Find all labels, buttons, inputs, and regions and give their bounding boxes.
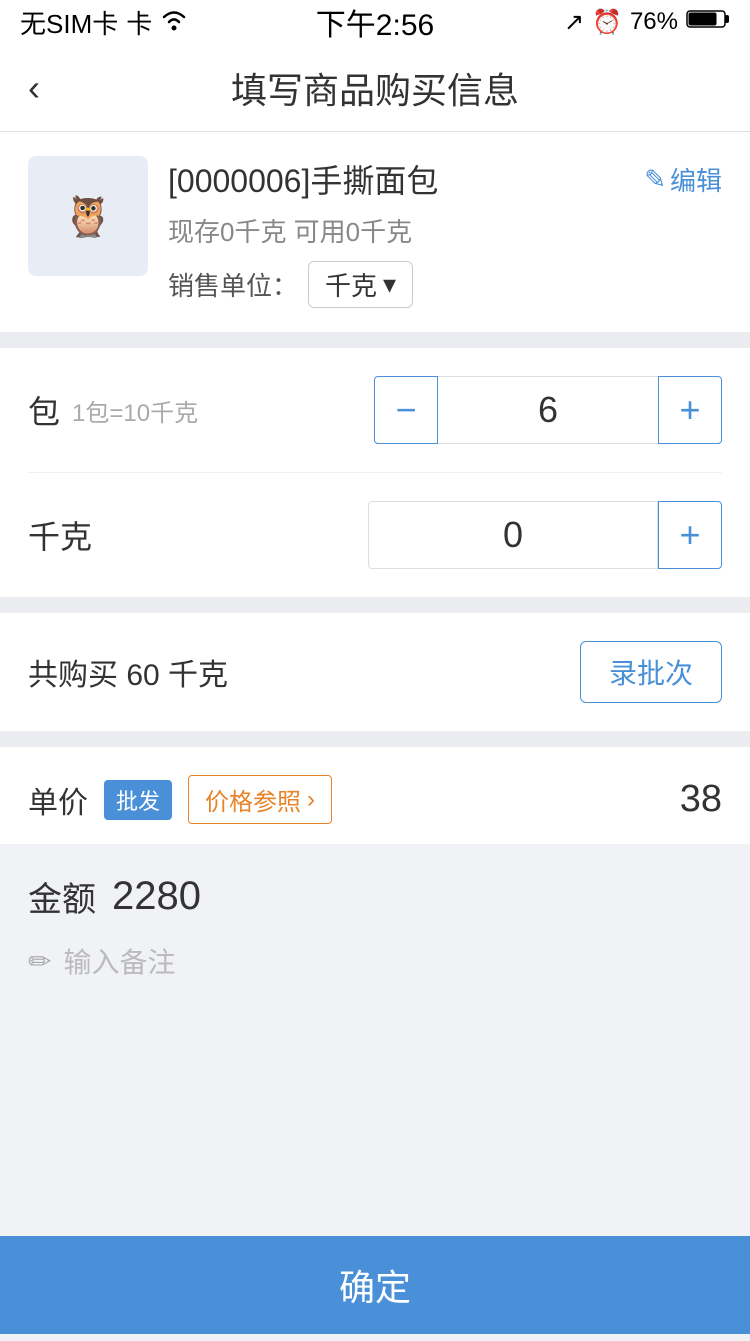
product-image: 🦉 — [28, 156, 148, 276]
price-ref-button[interactable]: 价格参照 › — [188, 775, 332, 824]
status-left: 无SIM卡 卡 — [20, 4, 188, 41]
remark-placeholder: 输入备注 — [63, 941, 175, 981]
product-info: [0000006]手撕面包 ✎ 编辑 现存0千克 可用0千克 销售单位： 千克 … — [168, 156, 722, 308]
remark-icon: ✏ — [28, 945, 51, 978]
kg-increment-button[interactable]: + — [658, 501, 722, 569]
package-input[interactable] — [438, 376, 658, 444]
amount-section: 金额 2280 ✏ 输入备注 — [0, 844, 750, 1001]
package-increment-button[interactable]: + — [658, 376, 722, 444]
kg-label: 千克 — [28, 512, 92, 558]
edit-icon: ✎ — [644, 164, 666, 195]
package-label: 包 1包=10千克 — [28, 387, 198, 433]
price-tag: 批发 — [104, 780, 172, 820]
package-stepper: − + — [374, 376, 722, 444]
amount-label: 金额 — [28, 872, 96, 921]
sim-icon: 卡 — [126, 4, 152, 41]
kg-input[interactable] — [368, 501, 658, 569]
input-section: 包 1包=10千克 − + 千克 + — [0, 348, 750, 597]
total-section: 共购买 60 千克 录批次 — [0, 613, 750, 731]
product-unit-row: 销售单位： 千克 ▾ — [168, 261, 722, 308]
price-row: 单价 批发 价格参照 › 38 — [28, 775, 722, 824]
batch-button[interactable]: 录批次 — [580, 641, 722, 703]
unit-label: 销售单位： — [168, 266, 298, 303]
battery-text: 76% — [630, 8, 678, 36]
unit-dropdown-icon: ▾ — [383, 269, 396, 300]
kg-input-row: 千克 + — [28, 473, 722, 597]
remark-row[interactable]: ✏ 输入备注 — [28, 931, 722, 1001]
product-card: 🦉 [0000006]手撕面包 ✎ 编辑 现存0千克 可用0千克 销售单位： 千… — [0, 132, 750, 332]
amount-value: 2280 — [112, 874, 201, 919]
location-icon: ↗ — [564, 8, 584, 37]
status-right: ↗ ⏰ 76% — [564, 8, 730, 37]
wifi-icon — [160, 7, 188, 38]
nav-bar: ‹ 填写商品购买信息 — [0, 44, 750, 132]
status-bar: 无SIM卡 卡 下午2:56 ↗ ⏰ 76% — [0, 0, 750, 44]
unit-price-label: 单价 — [28, 778, 88, 822]
price-ref-icon: › — [307, 786, 315, 814]
price-section: 单价 批发 价格参照 › 38 — [0, 747, 750, 844]
unit-select[interactable]: 千克 ▾ — [308, 261, 413, 308]
carrier-text: 无SIM卡 — [20, 4, 118, 41]
separator-1 — [0, 332, 750, 348]
package-input-row: 包 1包=10千克 − + — [28, 348, 722, 473]
price-value: 38 — [680, 778, 722, 821]
confirm-button[interactable]: 确定 — [0, 1236, 750, 1334]
separator-3 — [0, 731, 750, 747]
product-name: [0000006]手撕面包 — [168, 156, 438, 202]
separator-2 — [0, 597, 750, 613]
total-text: 共购买 60 千克 — [28, 650, 228, 694]
back-button[interactable]: ‹ — [28, 67, 40, 109]
package-decrement-button[interactable]: − — [374, 376, 438, 444]
alarm-icon: ⏰ — [592, 8, 622, 37]
kg-stepper: + — [368, 501, 722, 569]
battery-icon — [686, 8, 730, 37]
page-title: 填写商品购买信息 — [231, 62, 519, 114]
product-stock: 现存0千克 可用0千克 — [168, 212, 722, 249]
status-time: 下午2:56 — [316, 0, 434, 44]
package-hint: 1包=10千克 — [72, 393, 198, 428]
product-logo-icon: 🦉 — [63, 193, 113, 240]
amount-row: 金额 2280 — [28, 872, 722, 931]
edit-button[interactable]: ✎ 编辑 — [644, 161, 722, 198]
